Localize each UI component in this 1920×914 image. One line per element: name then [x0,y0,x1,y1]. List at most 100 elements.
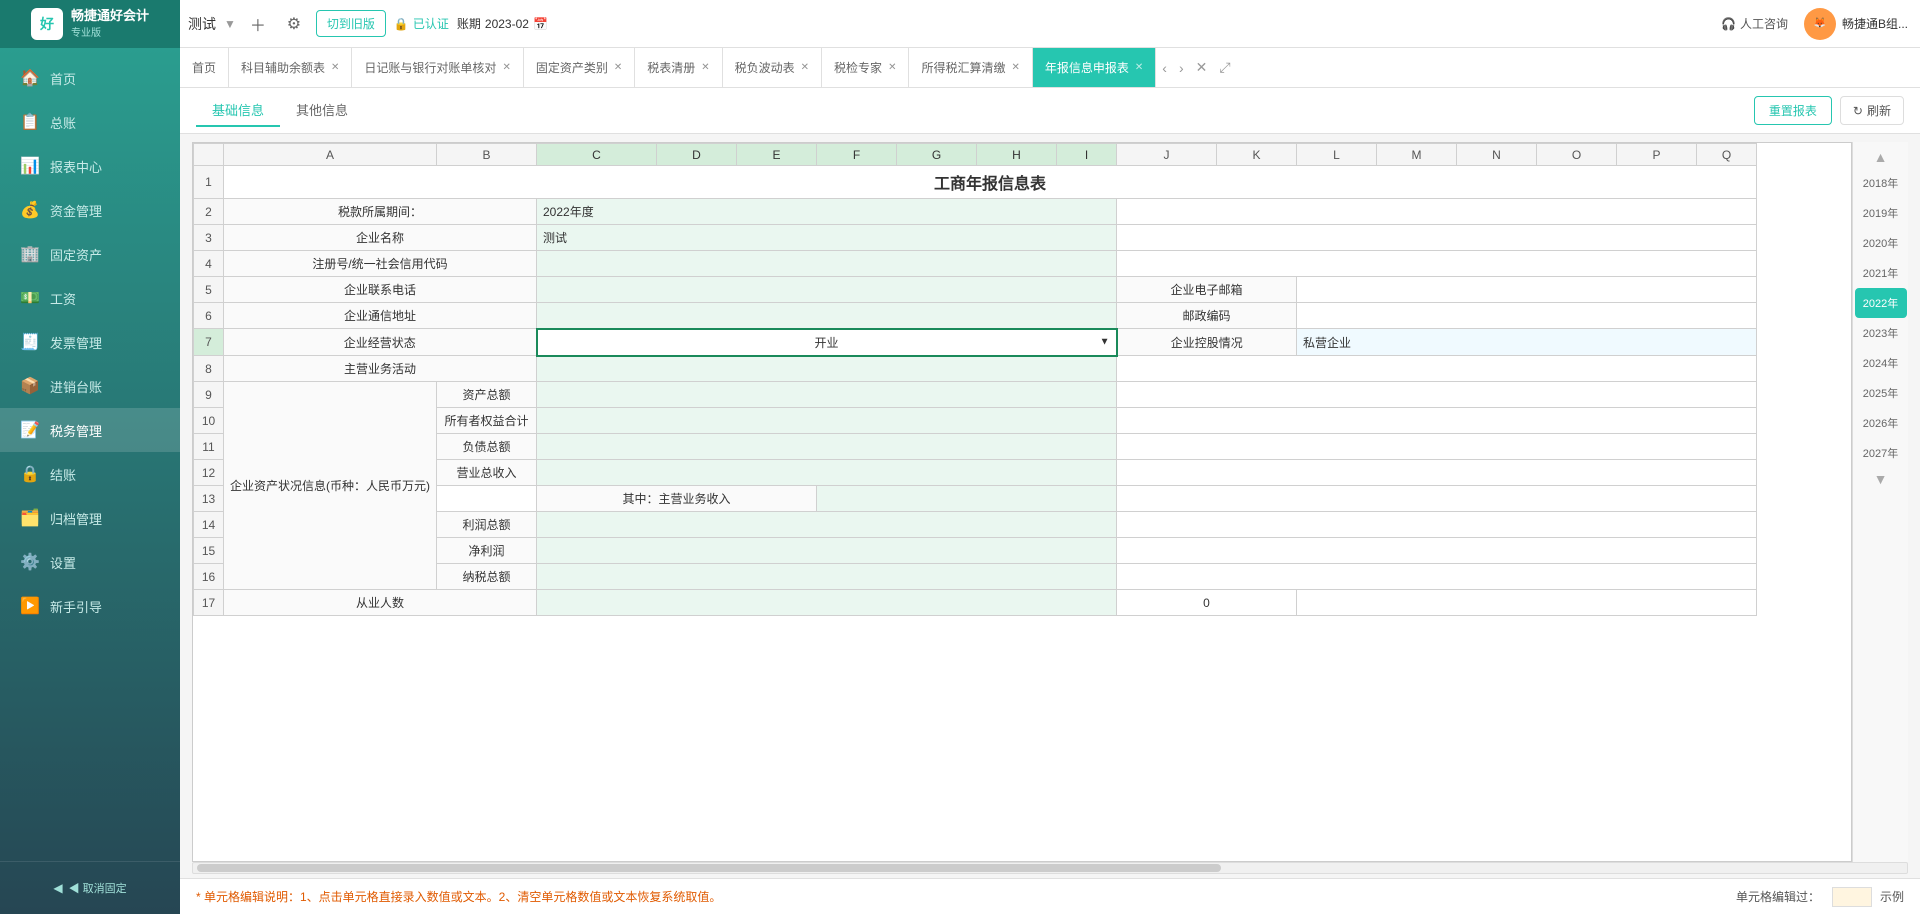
sidebar-item-tax[interactable]: 📝 税务管理 [0,408,180,452]
row-header-11: 11 [194,434,224,460]
col-header-g[interactable]: G [897,144,977,166]
cell-13f[interactable] [817,486,1117,512]
sidebar-item-ledger[interactable]: 📋 总账 [0,100,180,144]
col-header-m[interactable]: M [1377,144,1457,166]
col-header-n[interactable]: N [1457,144,1537,166]
tab-home[interactable]: 首页 [180,48,229,88]
year-2024[interactable]: 2024年 [1855,348,1907,378]
cell-14c[interactable] [537,512,1117,538]
col-header-o[interactable]: O [1537,144,1617,166]
tab-fixed-cat[interactable]: 固定资产类别 ✕ [524,48,635,88]
cell-2c[interactable]: 2022年度 [537,199,1117,225]
year-scroll-up[interactable]: ▲ [1863,146,1899,168]
tab-income-tax[interactable]: 所得税汇算清缴 ✕ [909,48,1032,88]
sidebar-collapse-button[interactable]: ◀ ◀ 取消固定 [0,870,180,906]
year-2021[interactable]: 2021年 [1855,258,1907,288]
col-header-f[interactable]: F [817,144,897,166]
sidebar-item-purchase[interactable]: 📦 进销台账 [0,364,180,408]
cell-15c[interactable] [537,538,1117,564]
cell-8c[interactable] [537,356,1117,382]
cell-title[interactable]: 工商年报信息表 [224,166,1757,199]
col-header-b[interactable]: B [437,144,537,166]
year-scroll-down[interactable]: ▼ [1863,468,1899,490]
sidebar-item-assets[interactable]: 🏢 固定资产 [0,232,180,276]
settings-icon[interactable]: ⚙ [280,10,308,38]
col-header-c[interactable]: C [537,144,657,166]
horizontal-scrollbar[interactable] [192,862,1908,874]
cell-5l[interactable] [1297,277,1757,303]
scroll-thumb[interactable] [197,864,1221,872]
refresh-button[interactable]: ↻ 刷新 [1840,96,1904,125]
col-header-q[interactable]: Q [1697,144,1757,166]
cell-7c-dropdown[interactable]: 开业 ▼ [537,329,1117,356]
tab-aux[interactable]: 科目辅助余额表 ✕ [229,48,352,88]
sidebar-item-capital[interactable]: 💰 资金管理 [0,188,180,232]
cell-4c[interactable] [537,251,1117,277]
cell-16c[interactable] [537,564,1117,590]
user-info[interactable]: 🦊 畅捷通B组... [1804,8,1908,40]
calendar-icon[interactable]: 📅 [533,17,548,31]
cell-7l[interactable]: 私营企业 [1297,329,1757,356]
col-header-j[interactable]: J [1117,144,1217,166]
cell-14j [1117,512,1757,538]
col-header-i[interactable]: I [1057,144,1117,166]
tab-prev-button[interactable]: ‹ [1156,48,1173,88]
sidebar-item-report[interactable]: 📊 报表中心 [0,144,180,188]
tab-journal[interactable]: 日记账与银行对账单核对 ✕ [352,48,523,88]
cell-17c[interactable] [537,590,1117,616]
cell-5c[interactable] [537,277,1117,303]
cell-11c[interactable] [537,434,1117,460]
tab-tax-wave[interactable]: 税负波动表 ✕ [723,48,822,88]
year-2026[interactable]: 2026年 [1855,408,1907,438]
tab-expand-button[interactable]: ⤢ [1213,48,1236,88]
year-2023[interactable]: 2023年 [1855,318,1907,348]
sidebar-item-settings[interactable]: ⚙️ 设置 [0,540,180,584]
col-header-h[interactable]: H [977,144,1057,166]
tab-close-all-button[interactable]: ✕ [1190,48,1214,88]
year-2019[interactable]: 2019年 [1855,198,1907,228]
spreadsheet-container[interactable]: A B C D E F G H I J K L [192,142,1852,862]
sidebar-item-archive[interactable]: 🗂️ 归档管理 [0,496,180,540]
col-header-a[interactable]: A [224,144,437,166]
sidebar-item-salary[interactable]: 💵 工资 [0,276,180,320]
tab-tax-expert[interactable]: 税检专家 ✕ [822,48,909,88]
switch-version-button[interactable]: 切到旧版 [316,10,386,37]
add-button[interactable]: ＋ [244,10,272,38]
sub-tab-basic[interactable]: 基础信息 [196,94,280,127]
tab-fixed-cat-close[interactable]: ✕ [614,62,622,73]
cell-6l[interactable] [1297,303,1757,329]
tab-annual[interactable]: 年报信息申报表 ✕ [1033,48,1156,88]
tab-aux-close[interactable]: ✕ [331,62,339,73]
cell-3c[interactable]: 测试 [537,225,1117,251]
sidebar-item-guide[interactable]: ▶️ 新手引导 [0,584,180,628]
tab-tax-table[interactable]: 税表清册 ✕ [635,48,722,88]
year-2025[interactable]: 2025年 [1855,378,1907,408]
tab-income-tax-close[interactable]: ✕ [1011,62,1019,73]
cell-6c[interactable] [537,303,1117,329]
year-2027[interactable]: 2027年 [1855,438,1907,468]
year-2018[interactable]: 2018年 [1855,168,1907,198]
tab-tax-expert-close[interactable]: ✕ [888,62,896,73]
sub-tab-other[interactable]: 其他信息 [280,94,364,127]
sidebar-item-invoice[interactable]: 🧾 发票管理 [0,320,180,364]
col-header-l[interactable]: L [1297,144,1377,166]
tab-annual-close[interactable]: ✕ [1135,62,1143,73]
cell-12c[interactable] [537,460,1117,486]
tab-next-button[interactable]: › [1173,48,1190,88]
col-header-d[interactable]: D [657,144,737,166]
cell-9c[interactable] [537,382,1117,408]
col-header-p[interactable]: P [1617,144,1697,166]
cell-10c[interactable] [537,408,1117,434]
sidebar-item-close[interactable]: 🔒 结账 [0,452,180,496]
tab-journal-close[interactable]: ✕ [502,62,510,73]
reset-report-button[interactable]: 重置报表 [1754,96,1832,125]
tab-tax-table-close[interactable]: ✕ [701,62,709,73]
sidebar-item-home[interactable]: 🏠 首页 [0,56,180,100]
tab-tax-wave-close[interactable]: ✕ [801,62,809,73]
col-header-e[interactable]: E [737,144,817,166]
year-2020[interactable]: 2020年 [1855,228,1907,258]
year-2022[interactable]: 2022年 [1855,288,1907,318]
col-header-k[interactable]: K [1217,144,1297,166]
module-dropdown-icon[interactable]: ▼ [224,17,236,31]
service-button[interactable]: 🎧 人工咨询 [1721,15,1788,32]
